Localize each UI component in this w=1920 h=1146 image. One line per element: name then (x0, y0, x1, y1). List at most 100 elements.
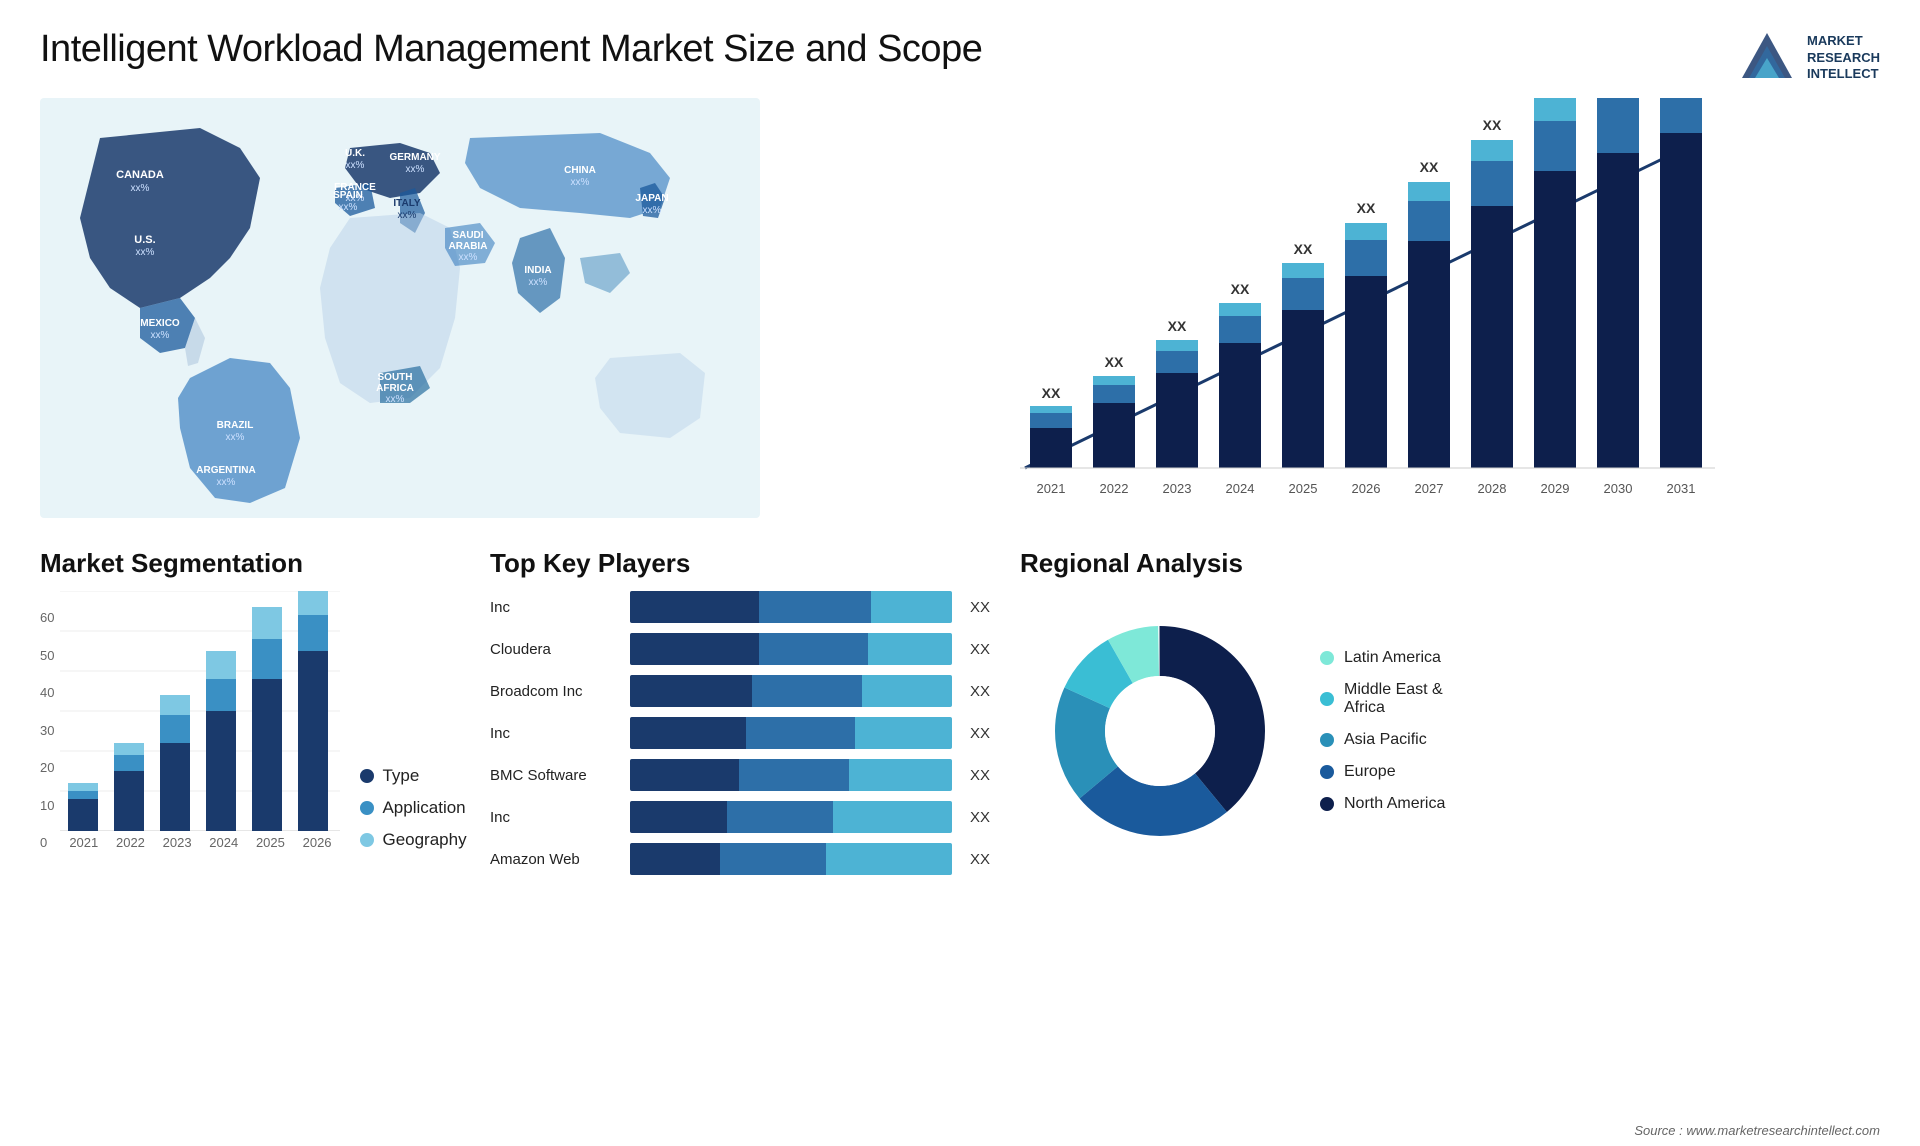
source-text: Source : www.marketresearchintellect.com (1634, 1123, 1880, 1138)
svg-text:2024: 2024 (1226, 481, 1255, 496)
header: Intelligent Workload Management Market S… (0, 0, 1920, 98)
seg-x-label: 2023 (163, 835, 192, 850)
svg-text:GERMANY: GERMANY (389, 152, 440, 163)
player-xx-3: XX (970, 683, 990, 700)
legend-label-type: Type (382, 766, 419, 786)
seg-y-label: 50 (40, 648, 54, 663)
segmentation-chart-area: 60 50 40 30 20 10 0 (40, 591, 460, 850)
player-xx-1: XX (970, 599, 990, 616)
svg-text:XX: XX (1105, 354, 1124, 370)
north-america-dot (1320, 797, 1334, 811)
svg-text:2026: 2026 (1352, 481, 1381, 496)
bottom-section: Market Segmentation 60 50 40 30 20 10 0 (0, 538, 1920, 1138)
regional-container: Regional Analysis (1020, 548, 1880, 1128)
svg-text:2022: 2022 (1100, 481, 1129, 496)
svg-text:2023: 2023 (1163, 481, 1192, 496)
players-title: Top Key Players (490, 548, 990, 579)
player-row: Inc XX (490, 591, 990, 623)
legend-label-application: Application (382, 798, 465, 818)
regional-legend-latin-america: Latin America (1320, 649, 1445, 667)
seg-x-label: 2025 (256, 835, 285, 850)
player-row: Cloudera XX (490, 633, 990, 665)
svg-text:2027: 2027 (1415, 481, 1444, 496)
svg-text:MEXICO: MEXICO (140, 318, 180, 329)
seg-y-label: 20 (40, 760, 54, 775)
growth-bar-chart: XX 2021 XX 2022 XX 2023 XX 2024 XX (810, 98, 1880, 518)
bar-chart-container: XX 2021 XX 2022 XX 2023 XX 2024 XX (790, 98, 1880, 518)
regional-legend: Latin America Middle East &Africa Asia P… (1320, 649, 1445, 813)
player-name-1: Inc (490, 599, 620, 616)
svg-text:xx%: xx% (386, 394, 405, 405)
player-row: Inc XX (490, 801, 990, 833)
player-name-5: BMC Software (490, 767, 620, 784)
europe-dot (1320, 765, 1334, 779)
seg-y-label: 10 (40, 798, 54, 813)
regional-inner: Latin America Middle East &Africa Asia P… (1020, 591, 1880, 871)
player-bar-1 (630, 591, 952, 623)
player-xx-5: XX (970, 767, 990, 784)
svg-text:xx%: xx% (406, 164, 425, 175)
svg-text:2029: 2029 (1541, 481, 1570, 496)
player-name-2: Cloudera (490, 641, 620, 658)
regional-legend-europe: Europe (1320, 763, 1445, 781)
svg-text:ITALY: ITALY (393, 198, 421, 209)
middle-east-label: Middle East &Africa (1344, 681, 1443, 717)
seg-x-label: 2022 (116, 835, 145, 850)
svg-text:SOUTH: SOUTH (378, 372, 413, 383)
player-row: BMC Software XX (490, 759, 990, 791)
regional-legend-north-america: North America (1320, 795, 1445, 813)
geography-dot (360, 833, 374, 847)
svg-text:U.K.: U.K. (345, 148, 365, 159)
player-name-7: Amazon Web (490, 851, 620, 868)
page-title: Intelligent Workload Management Market S… (40, 28, 982, 71)
player-bar-4 (630, 717, 952, 749)
player-name-6: Inc (490, 809, 620, 826)
asia-pacific-dot (1320, 733, 1334, 747)
legend-item-application: Application (360, 798, 466, 818)
svg-text:U.S.: U.S. (134, 234, 155, 246)
svg-text:2031: 2031 (1667, 481, 1696, 496)
svg-text:xx%: xx% (398, 210, 417, 221)
svg-text:xx%: xx% (346, 160, 365, 171)
logo-text: MARKET RESEARCH INTELLECT (1807, 33, 1880, 84)
top-section: CANADA xx% U.S. xx% MEXICO xx% BRAZIL xx… (0, 98, 1920, 538)
svg-text:xx%: xx% (339, 202, 358, 213)
player-bar-7 (630, 843, 952, 875)
segmentation-title: Market Segmentation (40, 548, 460, 579)
players-container: Top Key Players Inc XX Cloudera XX Broad… (490, 548, 990, 1128)
player-row: Broadcom Inc XX (490, 675, 990, 707)
svg-text:XX: XX (1168, 318, 1187, 334)
legend-item-geography: Geography (360, 830, 466, 850)
svg-text:XX: XX (1231, 281, 1250, 297)
world-map: CANADA xx% U.S. xx% MEXICO xx% BRAZIL xx… (40, 98, 760, 518)
player-bar-2 (630, 633, 952, 665)
player-bar-3 (630, 675, 952, 707)
seg-bar-svg (60, 591, 340, 831)
seg-y-label: 60 (40, 610, 54, 625)
svg-text:xx%: xx% (226, 432, 245, 443)
svg-text:2025: 2025 (1289, 481, 1318, 496)
seg-x-label: 2026 (303, 835, 332, 850)
svg-text:CHINA: CHINA (564, 165, 596, 176)
svg-text:xx%: xx% (131, 183, 150, 194)
svg-text:SAUDI: SAUDI (452, 230, 483, 241)
segmentation-container: Market Segmentation 60 50 40 30 20 10 0 (40, 548, 460, 1128)
middle-east-dot (1320, 692, 1334, 706)
player-bar-6 (630, 801, 952, 833)
svg-text:AFRICA: AFRICA (376, 383, 414, 394)
latin-america-dot (1320, 651, 1334, 665)
regional-title: Regional Analysis (1020, 548, 1880, 579)
player-row: Inc XX (490, 717, 990, 749)
svg-text:xx%: xx% (459, 252, 478, 263)
svg-text:INDIA: INDIA (524, 265, 551, 276)
svg-text:XX: XX (1042, 385, 1061, 401)
svg-text:XX: XX (1483, 117, 1502, 133)
seg-y-label: 30 (40, 723, 54, 738)
svg-text:XX: XX (1420, 159, 1439, 175)
svg-text:ARABIA: ARABIA (449, 241, 488, 252)
svg-text:2028: 2028 (1478, 481, 1507, 496)
svg-text:CANADA: CANADA (116, 169, 164, 181)
application-dot (360, 801, 374, 815)
svg-text:XX: XX (1294, 241, 1313, 257)
latin-america-label: Latin America (1344, 649, 1441, 667)
